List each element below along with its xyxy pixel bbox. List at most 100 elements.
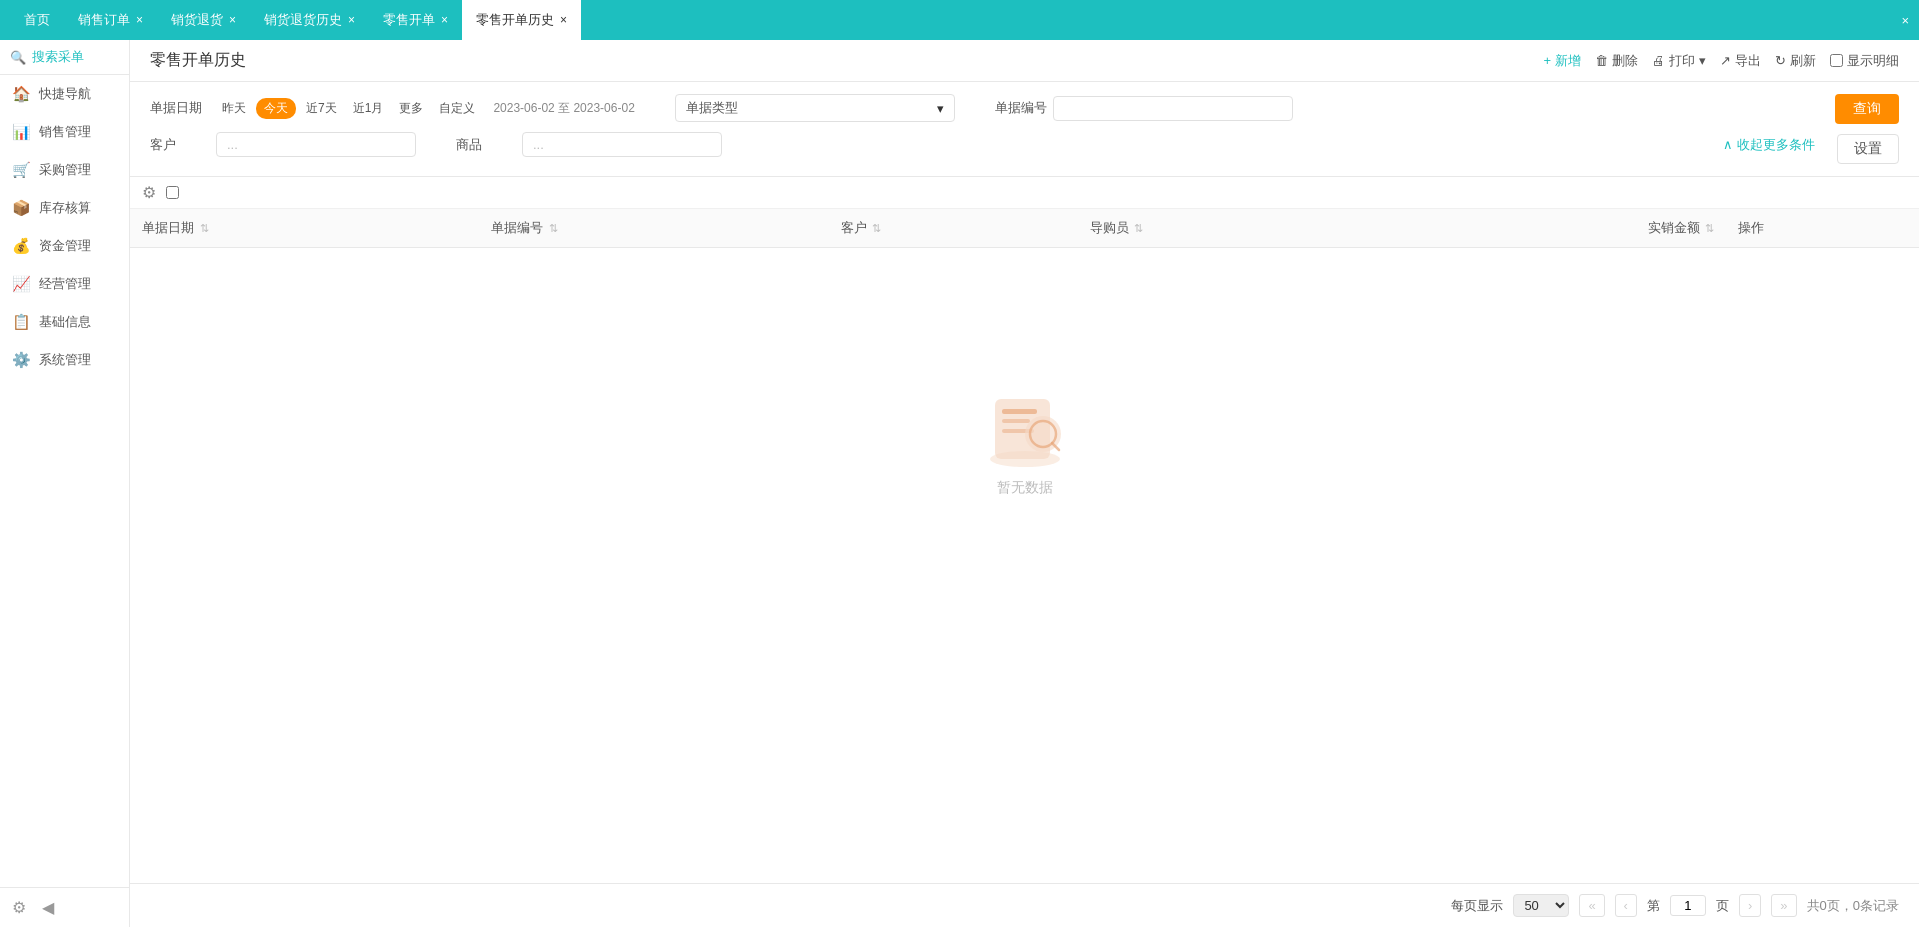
close-retail-open-history-tab[interactable]: ×: [560, 13, 567, 27]
sidebar-item-basic-info[interactable]: 📋 基础信息: [0, 303, 129, 341]
sort-num-icon: ⇅: [549, 222, 558, 234]
content-area: 零售开单历史 + 新增 🗑 删除 🖨 打印 ▾ ↗ 导出: [130, 40, 1919, 927]
sidebar-item-sales[interactable]: 📊 销售管理: [0, 113, 129, 151]
date-btn-7days[interactable]: 近7天: [300, 98, 343, 119]
page-input[interactable]: [1670, 895, 1706, 916]
chevron-down-icon: ▾: [937, 101, 944, 116]
table-body: 暂无数据: [130, 248, 1919, 629]
date-btn-1month[interactable]: 近1月: [347, 98, 390, 119]
refresh-icon: ↻: [1775, 53, 1786, 68]
display-detail-label[interactable]: 显示明细: [1830, 52, 1899, 70]
first-page-btn[interactable]: «: [1579, 894, 1604, 917]
table-footer: 每页显示 50 100 « ‹ 第 页 › » 共0页，0条记录: [130, 883, 1919, 927]
page-label: 第: [1647, 897, 1660, 915]
main-layout: 🔍 搜索采单 🏠 快捷导航 📊 销售管理 🛒 采购管理 📦 库存核算 💰 资金管…: [0, 40, 1919, 927]
collapse-sidebar-icon[interactable]: ◀: [42, 898, 54, 917]
close-window-btn[interactable]: ×: [1901, 13, 1909, 28]
tab-sales-order[interactable]: 销售订单 ×: [64, 0, 157, 40]
col-amount[interactable]: 实销金额 ⇅: [1377, 209, 1726, 248]
per-page-label: 每页显示: [1451, 897, 1503, 915]
tab-home[interactable]: 首页: [10, 0, 64, 40]
finance-icon: 💰: [12, 237, 31, 255]
top-bar: 首页 销售订单 × 销货退货 × 销货退货历史 × 零售开单 × 零售开单历史 …: [0, 0, 1919, 40]
empty-text: 暂无数据: [997, 479, 1053, 497]
date-range-display: 2023-06-02 至 2023-06-02: [493, 100, 634, 117]
sidebar-item-purchase[interactable]: 🛒 采购管理: [0, 151, 129, 189]
tab-retail-open-history[interactable]: 零售开单历史 ×: [462, 0, 581, 40]
close-sales-return-tab[interactable]: ×: [229, 13, 236, 27]
sort-salesperson-icon: ⇅: [1134, 222, 1143, 234]
svg-rect-3: [1002, 419, 1030, 423]
sidebar-search[interactable]: 🔍 搜索采单: [0, 40, 129, 75]
print-icon: 🖨: [1652, 53, 1665, 68]
sidebar-item-finance[interactable]: 💰 资金管理: [0, 227, 129, 265]
collapse-btn[interactable]: ∧ 收起更多条件: [1723, 136, 1815, 154]
delete-button[interactable]: 🗑 删除: [1595, 52, 1638, 70]
data-table: 单据日期 ⇅ 单据编号 ⇅ 客户 ⇅ 导购员 ⇅: [130, 209, 1919, 628]
col-salesperson[interactable]: 导购员 ⇅: [1078, 209, 1377, 248]
sort-date-icon: ⇅: [200, 222, 209, 234]
date-btn-today[interactable]: 今天: [256, 98, 296, 119]
sidebar-item-system[interactable]: ⚙️ 系统管理: [0, 341, 129, 379]
close-sales-order-tab[interactable]: ×: [136, 13, 143, 27]
settings-button[interactable]: 设置: [1837, 134, 1899, 164]
tab-sales-return[interactable]: 销货退货 ×: [157, 0, 250, 40]
sort-amount-icon: ⇅: [1705, 222, 1714, 234]
goods-filter-label: 商品: [456, 136, 516, 154]
date-btn-more[interactable]: 更多: [393, 98, 429, 119]
date-btn-yesterday[interactable]: 昨天: [216, 98, 252, 119]
plus-icon: +: [1543, 53, 1551, 68]
display-detail-checkbox[interactable]: [1830, 54, 1843, 67]
refresh-button[interactable]: ↻ 刷新: [1775, 52, 1816, 70]
top-bar-right: ×: [1901, 13, 1909, 28]
col-customer[interactable]: 客户 ⇅: [829, 209, 1078, 248]
sales-icon: 📊: [12, 123, 31, 141]
doc-num-label: 单据编号: [995, 99, 1047, 117]
col-date[interactable]: 单据日期 ⇅: [130, 209, 479, 248]
table-settings-icon[interactable]: ⚙: [142, 183, 156, 202]
per-page-select[interactable]: 50 100: [1513, 894, 1569, 917]
sidebar-item-inventory[interactable]: 📦 库存核算: [0, 189, 129, 227]
delete-icon: 🗑: [1595, 53, 1608, 68]
col-num[interactable]: 单据编号 ⇅: [479, 209, 828, 248]
tab-retail-open[interactable]: 零售开单 ×: [369, 0, 462, 40]
close-sales-return-history-tab[interactable]: ×: [348, 13, 355, 27]
table-header-row: 单据日期 ⇅ 单据编号 ⇅ 客户 ⇅ 导购员 ⇅: [130, 209, 1919, 248]
customer-input[interactable]: ...: [216, 132, 416, 157]
doc-type-select[interactable]: 单据类型 ▾: [675, 94, 955, 122]
goods-input[interactable]: ...: [522, 132, 722, 157]
filter-row-customer: 客户 ... 商品 ... ∧ 收起更多条件: [150, 132, 1815, 157]
select-all-checkbox[interactable]: [166, 186, 179, 199]
close-retail-open-tab[interactable]: ×: [441, 13, 448, 27]
settings-gear-icon[interactable]: ⚙: [12, 898, 26, 917]
action-btns: 查询 设置: [1835, 94, 1899, 164]
table-area: ⚙ 单据日期 ⇅ 单据编号 ⇅ 客户: [130, 177, 1919, 883]
page-title: 零售开单历史: [150, 50, 246, 71]
filter-area: 单据日期 昨天 今天 近7天 近1月 更多 自定义 2023-06-02 至 2…: [130, 82, 1919, 177]
sort-customer-icon: ⇅: [872, 222, 881, 234]
sidebar-bottom: ⚙ ◀: [0, 887, 129, 927]
prev-page-btn[interactable]: ‹: [1615, 894, 1637, 917]
basic-info-icon: 📋: [12, 313, 31, 331]
print-button[interactable]: 🖨 打印 ▾: [1652, 52, 1706, 70]
sidebar-item-operations[interactable]: 📈 经营管理: [0, 265, 129, 303]
inventory-icon: 📦: [12, 199, 31, 217]
purchase-icon: 🛒: [12, 161, 31, 179]
query-button[interactable]: 查询: [1835, 94, 1899, 124]
next-page-btn[interactable]: ›: [1739, 894, 1761, 917]
empty-row: 暂无数据: [130, 248, 1919, 629]
empty-illustration: [975, 379, 1075, 479]
operations-icon: 📈: [12, 275, 31, 293]
total-info: 共0页，0条记录: [1807, 897, 1899, 915]
sidebar-item-quick-nav[interactable]: 🏠 快捷导航: [0, 75, 129, 113]
last-page-btn[interactable]: »: [1771, 894, 1796, 917]
doc-num-input[interactable]: [1053, 96, 1293, 121]
export-button[interactable]: ↗ 导出: [1720, 52, 1761, 70]
date-btn-custom[interactable]: 自定义: [433, 98, 481, 119]
page-unit: 页: [1716, 897, 1729, 915]
col-actions: 操作: [1726, 209, 1919, 248]
add-button[interactable]: + 新增: [1543, 52, 1581, 70]
table-toolbar: ⚙: [130, 177, 1919, 209]
tab-sales-return-history[interactable]: 销货退货历史 ×: [250, 0, 369, 40]
customer-filter-label: 客户: [150, 136, 210, 154]
